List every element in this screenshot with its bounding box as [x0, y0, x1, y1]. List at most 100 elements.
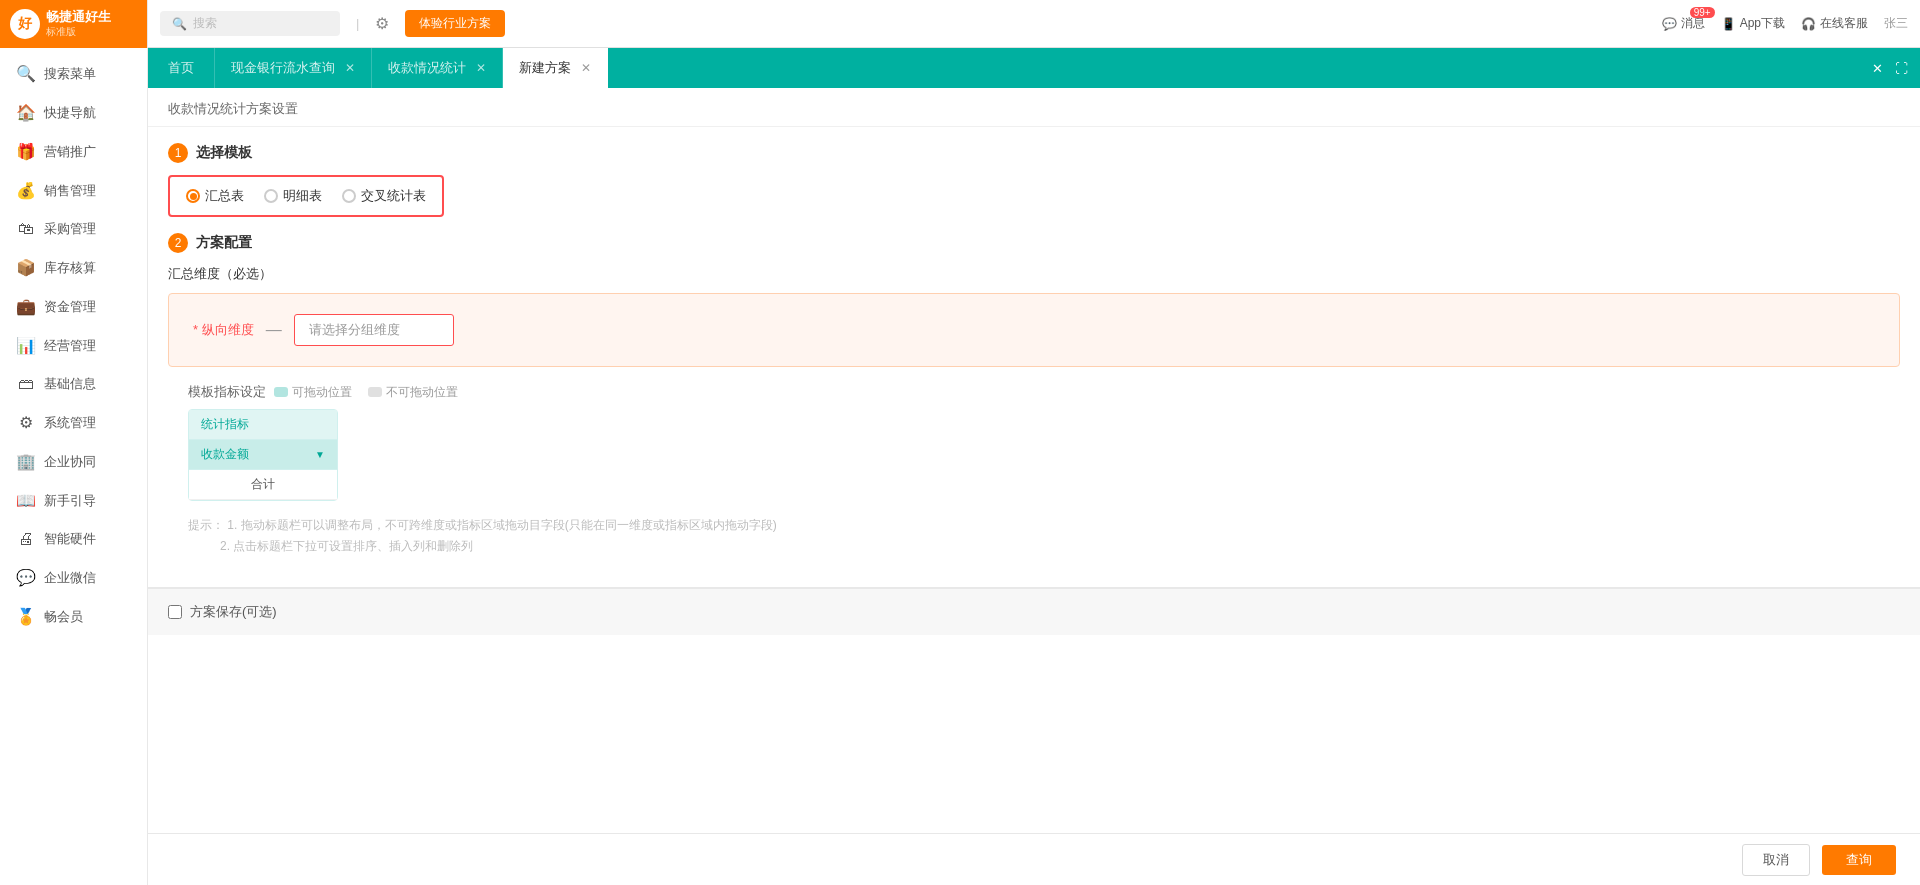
message-icon: 💬 — [1662, 17, 1677, 31]
sidebar-item-marketing[interactable]: 🎁 营销推广 — [0, 132, 147, 171]
message-badge[interactable]: 💬 消息 99+ — [1662, 15, 1705, 32]
legend-draggable-dot — [274, 387, 288, 397]
logo-sub: 标准版 — [46, 25, 111, 39]
inventory-label: 库存核算 — [44, 259, 96, 277]
sidebar-item-quick-nav[interactable]: 🏠快捷导航 — [0, 93, 147, 132]
topbar: 🔍 搜索 | ⚙ 体验行业方案 💬 消息 99+ 📱 App下载 🎧 在线客服 … — [148, 0, 1920, 48]
tab-home[interactable]: 首页 — [148, 48, 215, 88]
sidebar-item-membership[interactable]: 🏅畅会员 — [0, 597, 147, 636]
dimension-box: * 纵向维度 — 请选择分组维度 — [168, 293, 1900, 367]
sidebar-item-capital[interactable]: 💼 资金管理 — [0, 287, 147, 326]
tab-collection-stat-label: 收款情况统计 — [388, 59, 466, 77]
tab-maximize-icon[interactable]: ⛶ — [1895, 61, 1908, 76]
tip-2: 2. 点击标题栏下拉可设置排序、插入列和删除列 — [188, 538, 1880, 555]
app-label: App下载 — [1740, 15, 1785, 32]
radio-detail-circle — [264, 189, 278, 203]
radio-summary-circle — [186, 189, 200, 203]
save-label: 方案保存(可选) — [190, 603, 277, 621]
operation-label: 经营管理 — [44, 337, 96, 355]
gear-icon[interactable]: ⚙ — [375, 14, 389, 33]
search-icon: 🔍 — [172, 17, 187, 31]
indicator-title-row: 模板指标设定 可拖动位置 不可拖动位置 — [188, 383, 1880, 401]
topbar-right: 💬 消息 99+ 📱 App下载 🎧 在线客服 张三 — [1662, 15, 1908, 32]
sidebar-item-search-menu[interactable]: 🔍搜索菜单 — [0, 54, 147, 93]
search-placeholder: 搜索 — [193, 15, 217, 32]
step2-title: 方案配置 — [196, 234, 252, 252]
sidebar-item-operation[interactable]: 📊经营管理 — [0, 326, 147, 365]
corp-collab-label: 企业协同 — [44, 453, 96, 471]
cancel-button[interactable]: 取消 — [1742, 844, 1810, 876]
tips-section: 提示： 1. 拖动标题栏可以调整布局，不可跨维度或指标区域拖动目字段(只能在同一… — [168, 517, 1900, 571]
indicator-col-header[interactable]: 收款金额 ▼ — [189, 440, 337, 470]
indicator-setting: 模板指标设定 可拖动位置 不可拖动位置 — [168, 383, 1900, 517]
trial-button[interactable]: 体验行业方案 — [405, 10, 505, 37]
inventory-icon: 📦 — [16, 258, 36, 277]
quick-nav-icon: 🏠 — [16, 103, 36, 122]
online-service[interactable]: 🎧 在线客服 — [1801, 15, 1868, 32]
search-menu-icon: 🔍 — [16, 64, 36, 83]
sidebar-item-corp-collab[interactable]: 🏢 企业协同 — [0, 442, 147, 481]
tab-collection-stat[interactable]: 收款情况统计 ✕ — [372, 48, 503, 88]
tips-label: 提示： — [188, 518, 224, 532]
purchase-label: 采购管理 — [44, 220, 96, 238]
tab-collection-stat-close[interactable]: ✕ — [476, 61, 486, 75]
sidebar-item-inventory[interactable]: 📦 库存核算 — [0, 248, 147, 287]
indicator-group-header: 统计指标 — [189, 410, 337, 440]
logo-text: 畅捷通好生 — [46, 9, 111, 25]
newbie-label: 新手引导 — [44, 492, 96, 510]
radio-detail-label: 明细表 — [283, 187, 322, 205]
radio-detail[interactable]: 明细表 — [264, 187, 322, 205]
sys-manage-icon: ⚙ — [16, 413, 36, 432]
sidebar-item-sys-manage[interactable]: ⚙系统管理 — [0, 403, 147, 442]
tab-bank-flow-label: 现金银行流水查询 — [231, 59, 335, 77]
sidebar-item-corp-wechat[interactable]: 💬企业微信 — [0, 558, 147, 597]
purchase-icon: 🛍 — [16, 220, 36, 238]
tabbar-actions: ✕ ⛶ — [1860, 48, 1920, 88]
dimension-title: 汇总维度（必选） — [168, 265, 1900, 283]
dimension-row: * 纵向维度 — 请选择分组维度 — [193, 314, 1875, 346]
content-area: 收款情况统计方案设置 1 选择模板 汇总表 明细表 — [148, 88, 1920, 833]
tab-new-plan[interactable]: 新建方案 ✕ — [503, 48, 608, 88]
main: 🔍 搜索 | ⚙ 体验行业方案 💬 消息 99+ 📱 App下载 🎧 在线客服 … — [148, 0, 1920, 885]
marketing-label: 营销推广 — [44, 143, 96, 161]
search-bar[interactable]: 🔍 搜索 — [160, 11, 340, 36]
message-count: 99+ — [1690, 7, 1715, 18]
tab-bank-flow[interactable]: 现金银行流水查询 ✕ — [215, 48, 372, 88]
sidebar-item-sales[interactable]: 💰销售管理 — [0, 171, 147, 210]
tab-home-label: 首页 — [168, 59, 194, 77]
breadcrumb: 收款情况统计方案设置 — [148, 88, 1920, 127]
tab-new-plan-close[interactable]: ✕ — [581, 61, 591, 75]
step1-label: 1 选择模板 — [168, 143, 1900, 163]
legend-not-dot — [368, 387, 382, 397]
indicator-table: 统计指标 收款金额 ▼ 合计 — [188, 409, 338, 501]
sidebar-logo: 好 畅捷通好生 标准版 — [0, 0, 147, 48]
step2-label: 2 方案配置 — [168, 233, 1900, 253]
sidebar-item-purchase[interactable]: 🛍 采购管理 — [0, 210, 147, 248]
sidebar-item-basic-info[interactable]: 🗃基础信息 — [0, 365, 147, 403]
dim-selector[interactable]: 请选择分组维度 — [294, 314, 454, 346]
app-download[interactable]: 📱 App下载 — [1721, 15, 1785, 32]
indicator-dropdown-icon[interactable]: ▼ — [315, 449, 325, 460]
sidebar-item-newbie[interactable]: 📖新手引导 — [0, 481, 147, 520]
sidebar: 好 畅捷通好生 标准版 🔍搜索菜单🏠快捷导航 🎁 营销推广 💰销售管理 🛍 采购管理 📦 库存… — [0, 0, 148, 885]
sidebar-item-smart-hw[interactable]: 🖨智能硬件 — [0, 520, 147, 558]
capital-label: 资金管理 — [44, 298, 96, 316]
tab-bank-flow-close[interactable]: ✕ — [345, 61, 355, 75]
save-checkbox[interactable] — [168, 605, 182, 619]
radio-cross[interactable]: 交叉统计表 — [342, 187, 426, 205]
service-icon: 🎧 — [1801, 17, 1816, 31]
query-button[interactable]: 查询 — [1822, 845, 1896, 875]
capital-icon: 💼 — [16, 297, 36, 316]
radio-summary[interactable]: 汇总表 — [186, 187, 244, 205]
indicator-row-total: 合计 — [189, 470, 337, 500]
tab-minimize-icon[interactable]: ✕ — [1872, 61, 1883, 76]
corp-wechat-label: 企业微信 — [44, 569, 96, 587]
marketing-icon: 🎁 — [16, 142, 36, 161]
legend-not-label: 不可拖动位置 — [386, 384, 458, 401]
indicator-group-title: 统计指标 — [201, 416, 249, 433]
radio-cross-label: 交叉统计表 — [361, 187, 426, 205]
indicator-title-text: 模板指标设定 — [188, 383, 266, 401]
user-name[interactable]: 张三 — [1884, 15, 1908, 32]
corp-collab-icon: 🏢 — [16, 452, 36, 471]
template-options: 汇总表 明细表 交叉统计表 — [168, 175, 444, 217]
